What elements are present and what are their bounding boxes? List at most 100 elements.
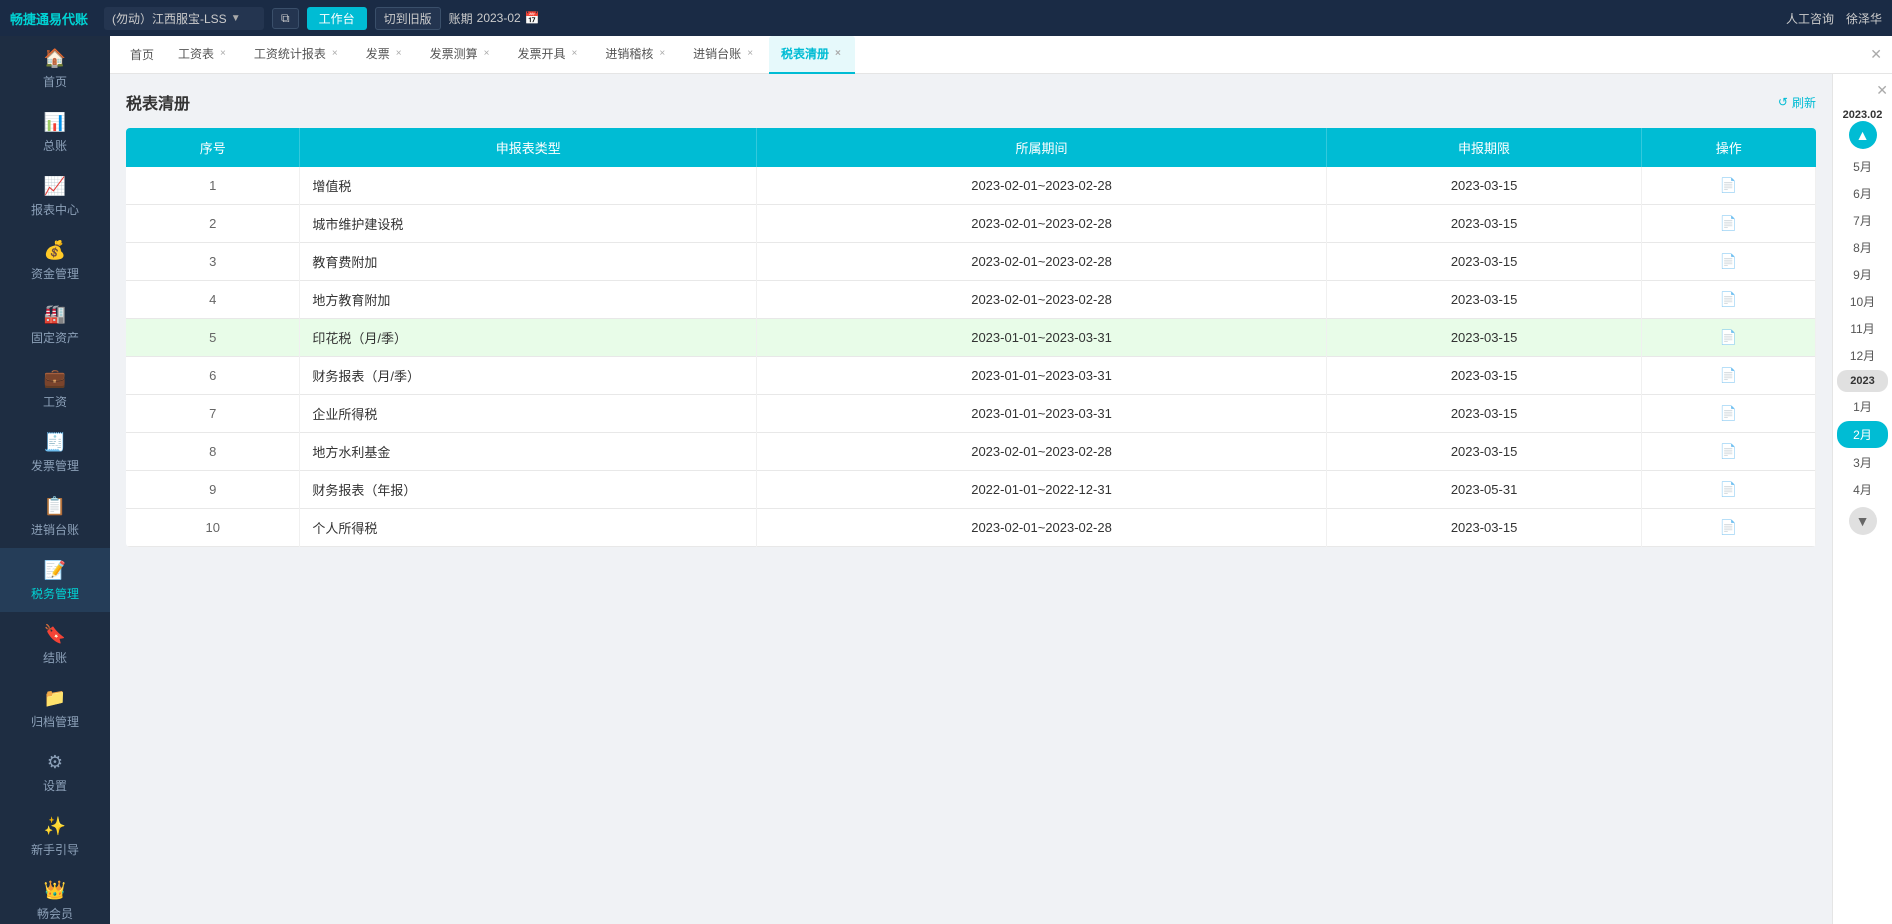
sidebar-item-tax[interactable]: 📝 税务管理 xyxy=(0,548,110,612)
month-2023-3[interactable]: 3月 xyxy=(1833,449,1892,476)
sidebar-item-settle[interactable]: 🔖 结账 xyxy=(0,612,110,676)
period-year-label: 2023.02 xyxy=(1843,109,1883,121)
funds-icon: 💰 xyxy=(44,240,66,261)
sidebar-item-sales[interactable]: 📋 进销台账 xyxy=(0,484,110,548)
month-2022-7[interactable]: 7月 xyxy=(1833,207,1892,234)
sidebar-item-home[interactable]: 🏠 首页 xyxy=(0,36,110,100)
action-icon[interactable]: 📄 xyxy=(1720,329,1737,345)
refresh-label: 刷新 xyxy=(1792,94,1816,111)
user-service-link[interactable]: 人工咨询 xyxy=(1786,10,1834,27)
col-deadline: 申报期限 xyxy=(1327,128,1642,167)
content-with-panel: 税表清册 ↺ 刷新 序号 申报表类型 所属期间 申报期限 操作 xyxy=(110,74,1892,924)
cell-deadline: 2023-03-15 xyxy=(1327,357,1642,395)
nav-down-button[interactable]: ▼ xyxy=(1849,507,1877,535)
tab-invoice[interactable]: 发票 × xyxy=(354,36,416,74)
cell-no: 5 xyxy=(126,319,300,357)
refresh-button[interactable]: ↺ 刷新 xyxy=(1778,94,1816,111)
month-2022-6[interactable]: 6月 xyxy=(1833,180,1892,207)
action-icon[interactable]: 📄 xyxy=(1720,481,1737,497)
tab-home[interactable]: 首页 xyxy=(120,40,164,69)
month-2022-9[interactable]: 9月 xyxy=(1833,261,1892,288)
sidebar-label-archive: 归档管理 xyxy=(31,713,79,730)
tab-sales-ledger-close[interactable]: × xyxy=(745,47,755,60)
cell-type: 印花税（月/季） xyxy=(300,319,757,357)
username-label[interactable]: 徐泽华 xyxy=(1846,10,1882,27)
sidebar-item-reports[interactable]: 📈 报表中心 xyxy=(0,164,110,228)
table-row: 5 印花税（月/季） 2023-01-01~2023-03-31 2023-03… xyxy=(126,319,1816,357)
tab-salary-report[interactable]: 工资统计报表 × xyxy=(242,36,352,74)
sidebar-item-salary[interactable]: 💼 工资 xyxy=(0,356,110,420)
sidebar-label-settle: 结账 xyxy=(43,649,67,666)
cell-period: 2023-02-01~2023-02-28 xyxy=(756,509,1326,547)
cell-no: 7 xyxy=(126,395,300,433)
cell-type: 地方水利基金 xyxy=(300,433,757,471)
tab-invoice-check[interactable]: 发票测算 × xyxy=(418,36,504,74)
action-icon[interactable]: 📄 xyxy=(1720,177,1737,193)
sales-icon: 📋 xyxy=(44,496,66,517)
company-selector[interactable]: (勿动）江西服宝-LSS ▼ xyxy=(104,7,264,30)
month-2022-5[interactable]: 5月 xyxy=(1833,153,1892,180)
month-2022-8[interactable]: 8月 xyxy=(1833,234,1892,261)
tab-tax-clear-close[interactable]: × xyxy=(833,47,843,60)
top-bar: 畅捷通易代账 (勿动）江西服宝-LSS ▼ ⧉ 工作台 切到旧版 账期 2023… xyxy=(0,0,1892,36)
tab-sales-check-close[interactable]: × xyxy=(657,47,667,60)
action-icon[interactable]: 📄 xyxy=(1720,367,1737,383)
month-2022-10[interactable]: 10月 xyxy=(1833,288,1892,315)
sidebar-item-invoice[interactable]: 🧾 发票管理 xyxy=(0,420,110,484)
ledger-icon: 📊 xyxy=(44,112,66,133)
tax-table: 序号 申报表类型 所属期间 申报期限 操作 1 增值税 2023-02-01~2… xyxy=(126,128,1816,547)
month-2023-1[interactable]: 1月 xyxy=(1833,393,1892,420)
cell-no: 4 xyxy=(126,281,300,319)
tab-invoice-open-close[interactable]: × xyxy=(569,47,579,60)
month-2023-2[interactable]: 2月 xyxy=(1837,421,1888,448)
page-title: 税表清册 xyxy=(126,90,190,114)
cell-period: 2023-02-01~2023-02-28 xyxy=(756,167,1326,205)
assets-icon: 🏭 xyxy=(44,304,66,325)
table-row: 10 个人所得税 2023-02-01~2023-02-28 2023-03-1… xyxy=(126,509,1816,547)
action-icon[interactable]: 📄 xyxy=(1720,291,1737,307)
close-panel-button[interactable]: ✕ xyxy=(1876,82,1888,99)
tab-salary-close[interactable]: × xyxy=(218,47,228,60)
member-icon: 👑 xyxy=(44,880,66,901)
col-period: 所属期间 xyxy=(756,128,1326,167)
sidebar-label-ledger: 总账 xyxy=(43,137,67,154)
action-icon[interactable]: 📄 xyxy=(1720,253,1737,269)
sidebar-item-ledger[interactable]: 📊 总账 xyxy=(0,100,110,164)
sidebar-item-member[interactable]: 👑 畅会员 xyxy=(0,868,110,924)
sidebar-label-sales: 进销台账 xyxy=(31,521,79,538)
month-2022-11[interactable]: 11月 xyxy=(1833,315,1892,342)
cell-action: 📄 xyxy=(1642,243,1816,281)
calendar-icon[interactable]: 📅 xyxy=(525,11,540,25)
action-icon[interactable]: 📄 xyxy=(1720,405,1737,421)
action-icon[interactable]: 📄 xyxy=(1720,215,1737,231)
cell-no: 9 xyxy=(126,471,300,509)
sidebar-item-funds[interactable]: 💰 资金管理 xyxy=(0,228,110,292)
sidebar-item-guide[interactable]: ✨ 新手引导 xyxy=(0,804,110,868)
tab-tax-clear[interactable]: 税表清册 × xyxy=(769,36,855,74)
switch-old-button[interactable]: 切到旧版 xyxy=(375,7,441,30)
sidebar-item-settings[interactable]: ⚙ 设置 xyxy=(0,740,110,804)
tab-sales-ledger[interactable]: 进销台账 × xyxy=(681,36,767,74)
month-2023-4[interactable]: 4月 xyxy=(1833,476,1892,503)
copy-button[interactable]: ⧉ xyxy=(272,8,299,29)
sidebar-item-archive[interactable]: 📁 归档管理 xyxy=(0,676,110,740)
tab-salary-report-close[interactable]: × xyxy=(330,47,340,60)
action-icon[interactable]: 📄 xyxy=(1720,519,1737,535)
cell-deadline: 2023-03-15 xyxy=(1327,167,1642,205)
tab-invoice-close[interactable]: × xyxy=(394,47,404,60)
tab-sales-check[interactable]: 进销稽核 × xyxy=(593,36,679,74)
month-2022-12[interactable]: 12月 xyxy=(1833,342,1892,369)
cell-action: 📄 xyxy=(1642,433,1816,471)
tab-invoice-check-close[interactable]: × xyxy=(482,47,492,60)
tab-invoice-open[interactable]: 发票开具 × xyxy=(505,36,591,74)
guide-icon: ✨ xyxy=(44,816,66,837)
sidebar-label-assets: 固定资产 xyxy=(31,329,79,346)
company-dropdown-icon[interactable]: ▼ xyxy=(231,13,241,24)
tab-salary[interactable]: 工资表 × xyxy=(166,36,240,74)
action-icon[interactable]: 📄 xyxy=(1720,443,1737,459)
close-all-tabs-icon[interactable]: ✕ xyxy=(1870,46,1882,63)
nav-up-button[interactable]: ▲ xyxy=(1849,121,1877,149)
cell-period: 2023-01-01~2023-03-31 xyxy=(756,357,1326,395)
workbench-button[interactable]: 工作台 xyxy=(307,7,367,30)
sidebar-item-assets[interactable]: 🏭 固定资产 xyxy=(0,292,110,356)
